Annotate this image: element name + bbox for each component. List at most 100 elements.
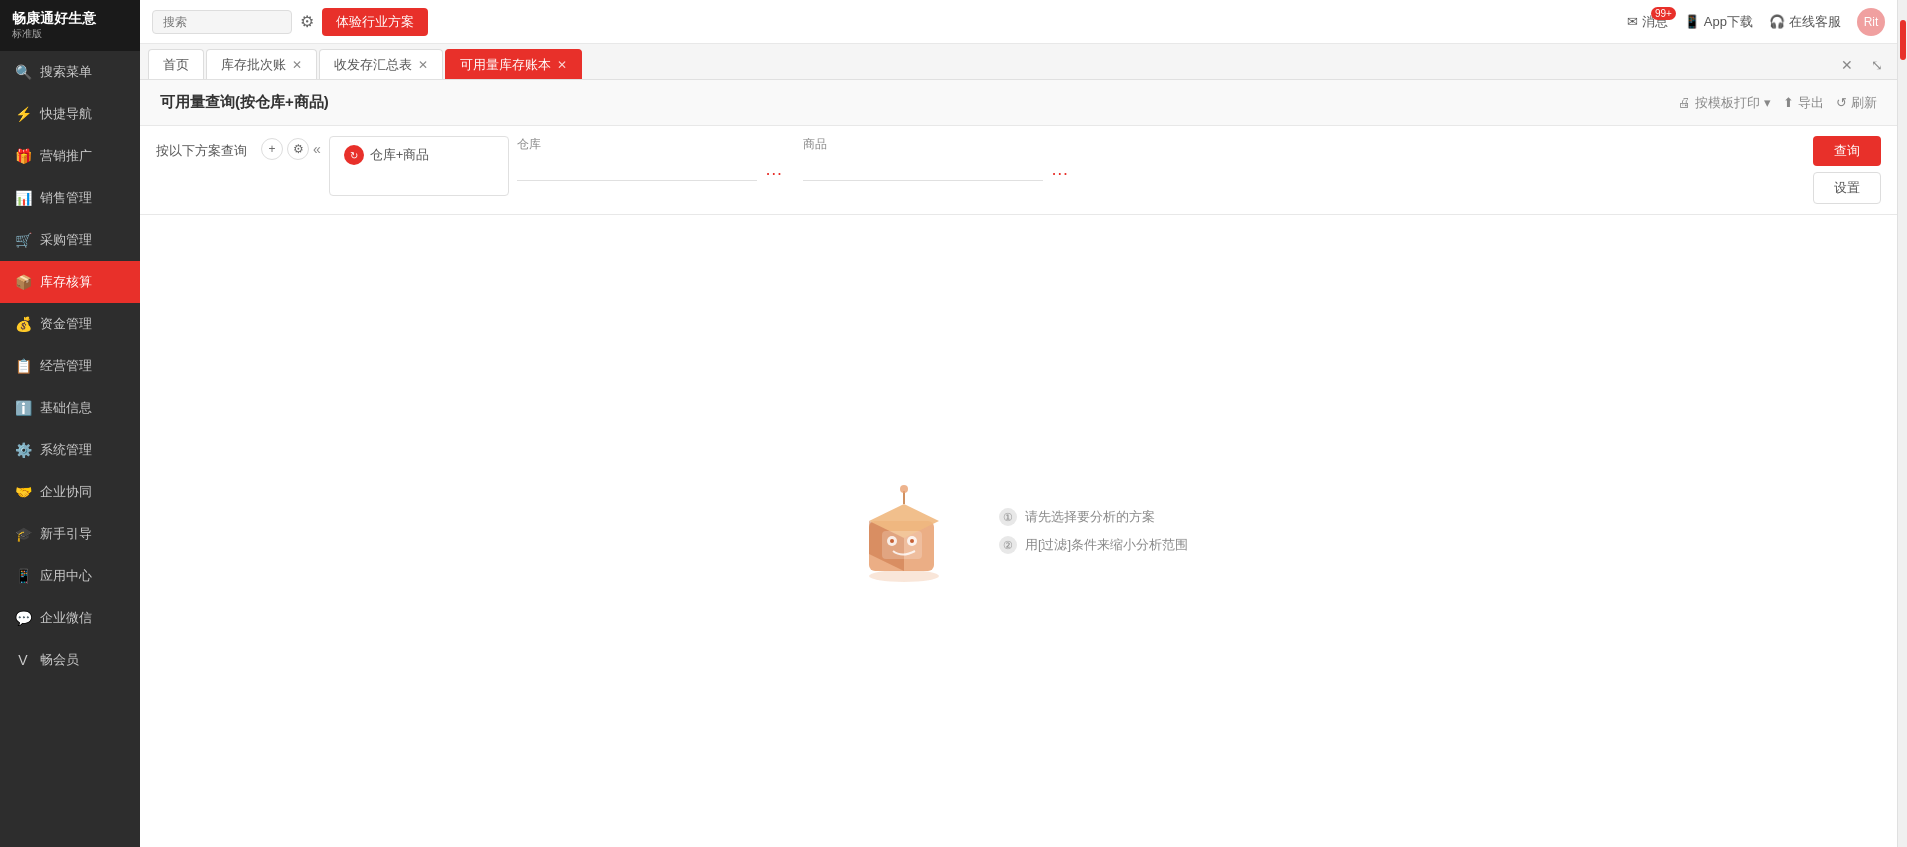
tab-close-batch[interactable]: ✕ <box>292 58 302 72</box>
sidebar-label-newbie: 新手引导 <box>40 525 92 543</box>
tab-close-available[interactable]: ✕ <box>557 58 567 72</box>
content-area: ① 请先选择要分析的方案 ② 用[过滤]条件来缩小分析范围 <box>140 215 1897 847</box>
sidebar-label-vip: 畅会员 <box>40 651 79 669</box>
message-button[interactable]: ✉ 消息 99+ <box>1627 13 1668 31</box>
tab-available[interactable]: 可用量库存账本 ✕ <box>445 49 582 79</box>
empty-hints: ① 请先选择要分析的方案 ② 用[过滤]条件来缩小分析范围 <box>999 508 1188 554</box>
sidebar-item-system[interactable]: ⚙️系统管理 <box>0 429 140 471</box>
tab-label-summary: 收发存汇总表 <box>334 56 412 74</box>
settings-icon[interactable]: ⚙ <box>300 12 314 31</box>
hint-text-2: 用[过滤]条件来缩小分析范围 <box>1025 536 1188 554</box>
sidebar-label-operation: 经营管理 <box>40 357 92 375</box>
sidebar-label-basic: 基础信息 <box>40 399 92 417</box>
phone-icon: 📱 <box>1684 14 1700 29</box>
sidebar-item-sales[interactable]: 📊销售管理 <box>0 177 140 219</box>
app-tag: 标准版 <box>12 27 42 41</box>
sidebar-icon-cooperation: 🤝 <box>14 483 32 501</box>
sidebar-icon-shortcut: ⚡ <box>14 105 32 123</box>
scheme-panel: ↻ 仓库+商品 <box>329 136 509 196</box>
tab-label-available: 可用量库存账本 <box>460 56 551 74</box>
tab-close-summary[interactable]: ✕ <box>418 58 428 72</box>
sidebar-label-sales: 销售管理 <box>40 189 92 207</box>
empty-state: ① 请先选择要分析的方案 ② 用[过滤]条件来缩小分析范围 <box>849 476 1188 586</box>
tab-home[interactable]: 首页 <box>148 49 204 79</box>
topbar-right: ✉ 消息 99+ 📱 App下载 🎧 在线客服 Rit <box>1627 8 1885 36</box>
sidebar-item-inventory[interactable]: 📦库存核算 <box>0 261 140 303</box>
sidebar-icon-appstore: 📱 <box>14 567 32 585</box>
sidebar-label-search: 搜索菜单 <box>40 63 92 81</box>
print-dropdown-icon[interactable]: ▾ <box>1764 95 1771 110</box>
user-profile-button[interactable]: Rit <box>1857 8 1885 36</box>
svg-point-10 <box>900 485 908 493</box>
hint-item-1: ① 请先选择要分析的方案 <box>999 508 1188 526</box>
headset-icon: 🎧 <box>1769 14 1785 29</box>
online-service-label: 在线客服 <box>1789 13 1841 31</box>
sidebar-label-wechat: 企业微信 <box>40 609 92 627</box>
hint-num-1: ① <box>999 508 1017 526</box>
sidebar-label-inventory: 库存核算 <box>40 273 92 291</box>
product-input-row: … <box>803 157 1073 181</box>
sidebar-item-vip[interactable]: V畅会员 <box>0 639 140 681</box>
sidebar-item-cooperation[interactable]: 🤝 企业协同 <box>0 471 140 513</box>
tabs-bar-right: ✕ ⤡ <box>1835 55 1889 79</box>
scheme-item-icon: ↻ <box>344 145 364 165</box>
search-input[interactable] <box>152 10 292 34</box>
page-header-actions: 🖨 按模板打印 ▾ ⬆ 导出 ↺ 刷新 <box>1678 94 1877 112</box>
close-tab-button[interactable]: ✕ <box>1835 55 1859 75</box>
sidebar-item-marketing[interactable]: 🎁营销推广 <box>0 135 140 177</box>
filter-settings-button[interactable]: 设置 <box>1813 172 1881 204</box>
message-icon: ✉ <box>1627 14 1638 29</box>
sidebar-label-finance: 资金管理 <box>40 315 92 333</box>
product-more-button[interactable]: … <box>1047 159 1073 180</box>
tab-batch[interactable]: 库存批次账 ✕ <box>206 49 317 79</box>
refresh-icon: ↺ <box>1836 95 1847 110</box>
filter-row: 按以下方案查询 + ⚙ « ↻ 仓库+商品 仓库 <box>156 136 1881 204</box>
sidebar-item-wechat[interactable]: 💬企业微信 <box>0 597 140 639</box>
sidebar-icon-purchase: 🛒 <box>14 231 32 249</box>
sidebar-item-finance[interactable]: 💰 资金管理 <box>0 303 140 345</box>
sidebar-item-search[interactable]: 🔍搜索菜单 <box>0 51 140 93</box>
scheme-actions: + ⚙ « <box>261 138 321 160</box>
print-button[interactable]: 🖨 按模板打印 ▾ <box>1678 94 1771 112</box>
sidebar-item-basic[interactable]: ℹ️ 基础信息 <box>0 387 140 429</box>
export-button[interactable]: ⬆ 导出 <box>1783 94 1824 112</box>
app-download-button[interactable]: 📱 App下载 <box>1684 13 1753 31</box>
collapse-button[interactable]: « <box>313 141 321 157</box>
sidebar-item-purchase[interactable]: 🛒采购管理 <box>0 219 140 261</box>
sidebar-item-newbie[interactable]: 🎓新手引导 <box>0 513 140 555</box>
print-icon: 🖨 <box>1678 95 1691 110</box>
handle-bar <box>1900 20 1906 60</box>
right-side-handle[interactable] <box>1897 0 1907 847</box>
warehouse-input-row: … <box>517 157 787 181</box>
sidebar-label-cooperation: 企业协同 <box>40 483 92 501</box>
settings-scheme-button[interactable]: ⚙ <box>287 138 309 160</box>
refresh-button[interactable]: ↺ 刷新 <box>1836 94 1877 112</box>
topbar: ⚙ 体验行业方案 ✉ 消息 99+ 📱 App下载 🎧 在线客服 Rit <box>140 0 1897 44</box>
sidebar-item-shortcut[interactable]: ⚡快捷导航 <box>0 93 140 135</box>
maximize-tab-button[interactable]: ⤡ <box>1865 55 1889 75</box>
refresh-label: 刷新 <box>1851 94 1877 112</box>
sidebar-icon-basic: ℹ️ <box>14 399 32 417</box>
query-button[interactable]: 查询 <box>1813 136 1881 166</box>
online-service-button[interactable]: 🎧 在线客服 <box>1769 13 1841 31</box>
warehouse-more-button[interactable]: … <box>761 159 787 180</box>
sidebar-nav: 🔍搜索菜单⚡快捷导航🎁营销推广📊销售管理🛒采购管理📦库存核算 💰 资金管理 📋经营管理… <box>0 51 140 847</box>
add-scheme-button[interactable]: + <box>261 138 283 160</box>
tab-label-batch: 库存批次账 <box>221 56 286 74</box>
empty-illustration <box>849 476 959 586</box>
export-label: 导出 <box>1798 94 1824 112</box>
tab-summary[interactable]: 收发存汇总表 ✕ <box>319 49 443 79</box>
sidebar-label-marketing: 营销推广 <box>40 147 92 165</box>
warehouse-input[interactable] <box>517 157 757 181</box>
app-name: 畅康通好生意 <box>12 10 96 27</box>
scheme-item[interactable]: ↻ 仓库+商品 <box>338 141 500 169</box>
product-label: 商品 <box>803 136 1073 153</box>
industry-button[interactable]: 体验行业方案 <box>322 8 428 36</box>
app-download-label: App下载 <box>1704 13 1753 31</box>
sidebar: 畅康通好生意 标准版 🔍搜索菜单⚡快捷导航🎁营销推广📊销售管理🛒采购管理📦库存核… <box>0 0 140 847</box>
sidebar-icon-system: ⚙️ <box>14 441 32 459</box>
product-input[interactable] <box>803 157 1043 181</box>
sidebar-item-operation[interactable]: 📋经营管理 <box>0 345 140 387</box>
sidebar-icon-finance: 💰 <box>14 315 32 333</box>
sidebar-item-appstore[interactable]: 📱应用中心 <box>0 555 140 597</box>
